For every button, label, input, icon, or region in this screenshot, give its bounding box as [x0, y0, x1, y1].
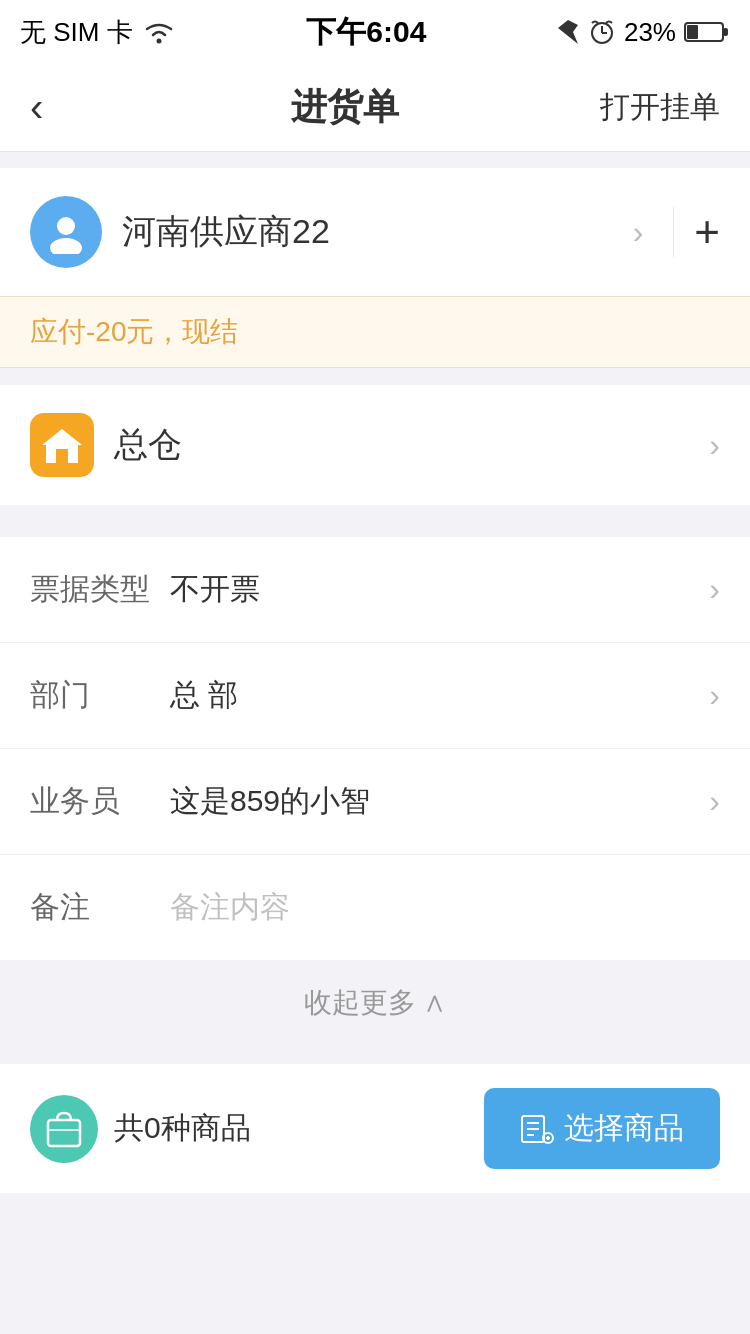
department-chevron-icon: ›	[709, 677, 720, 714]
page-background	[0, 1193, 750, 1334]
sim-status: 无 SIM 卡	[20, 15, 133, 50]
status-left: 无 SIM 卡	[20, 15, 177, 50]
warehouse-chevron-icon: ›	[709, 427, 720, 464]
salesperson-chevron-icon: ›	[709, 783, 720, 820]
status-time: 下午6:04	[306, 12, 426, 53]
notes-placeholder: 备注内容	[150, 887, 720, 928]
invoice-type-label: 票据类型	[30, 569, 150, 610]
salesperson-label: 业务员	[30, 781, 150, 822]
product-count: 共0种商品	[114, 1108, 251, 1149]
alarm-icon	[588, 18, 616, 46]
add-supplier-button[interactable]: +	[694, 207, 720, 257]
supplier-row[interactable]: 河南供应商22 › +	[0, 168, 750, 296]
svg-rect-11	[56, 449, 68, 463]
department-label: 部门	[30, 675, 150, 716]
salesperson-row[interactable]: 业务员 这是859的小智 ›	[0, 749, 750, 855]
vertical-divider	[673, 207, 674, 257]
supplier-section: 河南供应商22 › + 应付-20元，现结	[0, 168, 750, 368]
invoice-type-chevron-icon: ›	[709, 571, 720, 608]
product-icon-wrap	[30, 1095, 98, 1163]
notice-bar: 应付-20元，现结	[0, 296, 750, 368]
select-product-icon	[520, 1114, 554, 1144]
supplier-name: 河南供应商22	[122, 209, 633, 255]
svg-rect-6	[723, 28, 728, 36]
svg-point-8	[50, 238, 82, 254]
product-left: 共0种商品	[30, 1095, 251, 1163]
warehouse-icon-wrap	[30, 413, 94, 477]
wifi-icon	[141, 19, 177, 45]
section-gap-2	[0, 368, 750, 384]
battery-icon	[684, 20, 730, 44]
notes-row[interactable]: 备注 备注内容	[0, 855, 750, 960]
svg-point-0	[156, 39, 161, 44]
svg-marker-10	[42, 429, 82, 445]
notes-label: 备注	[30, 887, 150, 928]
svg-point-7	[57, 217, 75, 235]
salesperson-value: 这是859的小智	[150, 781, 709, 822]
supplier-avatar	[30, 196, 102, 268]
nav-bar: ‹ 进货单 打开挂单	[0, 64, 750, 152]
warehouse-icon	[42, 427, 82, 463]
department-row[interactable]: 部门 总 部 ›	[0, 643, 750, 749]
warehouse-name: 总仓	[114, 422, 709, 468]
shopping-bag-icon	[44, 1110, 84, 1148]
svg-rect-12	[48, 1120, 80, 1146]
battery-percentage: 23%	[624, 17, 676, 48]
form-section: 票据类型 不开票 › 部门 总 部 › 业务员 这是859的小智 › 备注 备注…	[0, 537, 750, 960]
collapse-row[interactable]: 收起更多 ∧	[0, 960, 750, 1046]
section-gap-1	[0, 152, 750, 168]
select-product-label: 选择商品	[564, 1108, 684, 1149]
location-icon	[556, 18, 580, 46]
warehouse-section: 总仓 ›	[0, 384, 750, 505]
section-gap-4	[0, 1046, 750, 1062]
person-icon	[44, 210, 88, 254]
open-pending-button[interactable]: 打开挂单	[600, 87, 720, 128]
supplier-chevron-icon: ›	[633, 214, 644, 251]
section-gap-3	[0, 505, 750, 521]
warehouse-row[interactable]: 总仓 ›	[0, 384, 750, 505]
svg-rect-5	[687, 25, 698, 39]
department-value: 总 部	[150, 675, 709, 716]
status-right: 23%	[556, 17, 730, 48]
invoice-type-value: 不开票	[150, 569, 709, 610]
product-bar: 共0种商品 选择商品	[0, 1064, 750, 1193]
invoice-type-row[interactable]: 票据类型 不开票 ›	[0, 537, 750, 643]
status-bar: 无 SIM 卡 下午6:04 23%	[0, 0, 750, 64]
select-product-button[interactable]: 选择商品	[484, 1088, 720, 1169]
back-button[interactable]: ‹	[30, 85, 90, 130]
page-title: 进货单	[291, 83, 399, 132]
